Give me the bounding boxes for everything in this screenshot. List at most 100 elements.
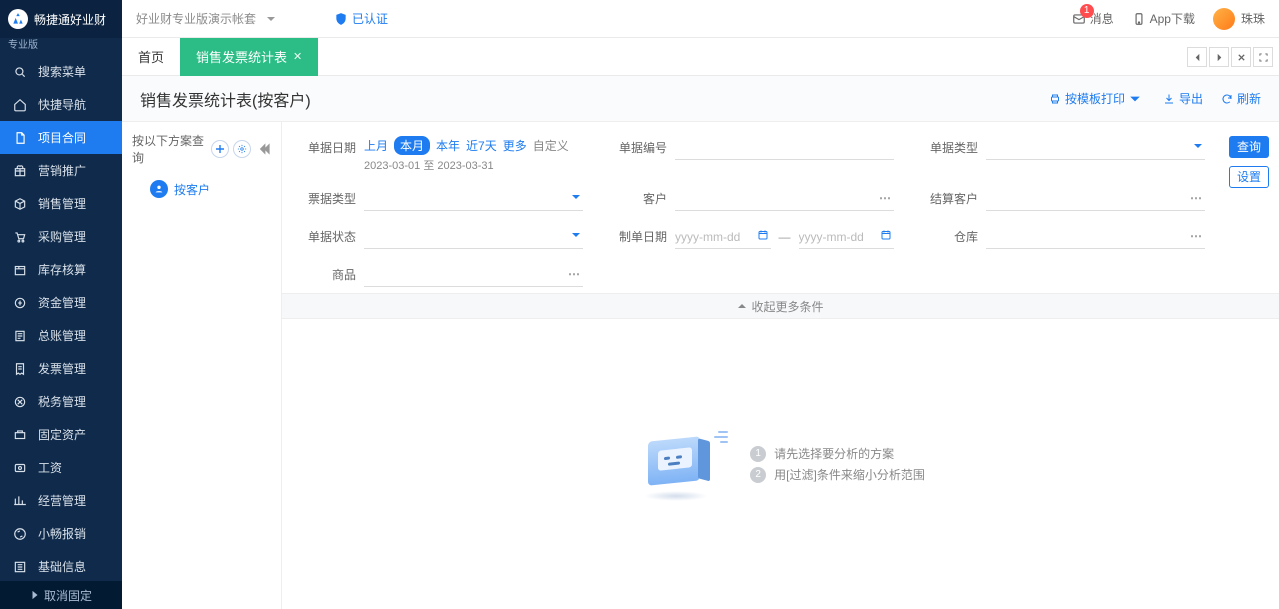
label-warehouse: 仓库 [922,225,978,245]
chevron-down-icon [266,14,276,24]
sidebar-item-label: 资金管理 [38,294,86,311]
print-icon [1049,93,1061,105]
chevron-up-icon [737,301,747,311]
sidebar-item-2[interactable]: 项目合同 [0,121,122,154]
lookup-settle-customer[interactable]: ⋯ [986,187,1205,211]
export-button[interactable]: 导出 [1163,90,1203,107]
messages-button[interactable]: 消息 1 [1072,10,1114,27]
sidebar-item-label: 快捷导航 [38,96,86,113]
add-scheme-button[interactable] [211,140,229,158]
sidebar-item-label: 固定资产 [38,426,86,443]
sidebar-item-10[interactable]: 税务管理 [0,385,122,418]
print-template-button[interactable]: 按模板打印 [1049,90,1145,107]
scheme-head: 按以下方案查询 [132,132,271,166]
sidebar-item-label: 采购管理 [38,228,86,245]
step-num-1: 1 [750,446,766,462]
sidebar-item-6[interactable]: 库存核算 [0,253,122,286]
sidebar-item-label: 项目合同 [38,129,86,146]
main-column: 好业财专业版演示帐套 已认证 消息 1 App下载 珠珠 [122,0,1279,609]
field-doc-date: 单据日期 上月 本月 本年 近7天 更多 自定义 20 [300,136,583,173]
sidebar-item-5[interactable]: 采购管理 [0,220,122,253]
sidebar-item-label: 税务管理 [38,393,86,410]
collapse-more-button[interactable]: 收起更多条件 [282,293,1279,319]
empty-steps: 1请先选择要分析的方案 2用[过滤]条件来缩小分析范围 [750,441,925,487]
scheme-item-label: 按客户 [174,181,210,198]
sidebar-item-label: 销售管理 [38,195,86,212]
pill-this-year[interactable]: 本年 [436,137,460,154]
empty-state: 1请先选择要分析的方案 2用[过滤]条件来缩小分析范围 [282,319,1279,609]
sidebar-item-14[interactable]: 小畅报销 [0,517,122,550]
sidebar-item-1[interactable]: 快捷导航 [0,88,122,121]
gift-icon [12,163,28,179]
sidebar-item-7[interactable]: 资金管理 [0,286,122,319]
mobile-icon [1132,12,1146,26]
date-from[interactable] [675,225,771,249]
scheme-item-by-customer[interactable]: 按客户 [132,180,271,198]
sidebar-item-8[interactable]: 总账管理 [0,319,122,352]
tab-label: 销售发票统计表 [196,47,287,66]
verified-badge: 已认证 [334,10,388,27]
brand-area: 畅捷通好业财 [0,0,122,38]
select-doc-type[interactable] [986,136,1205,160]
tabs-close-all-button[interactable] [1231,47,1251,67]
sidebar-item-9[interactable]: 发票管理 [0,352,122,385]
sidebar-item-15[interactable]: 基础信息 [0,550,122,581]
pill-more[interactable]: 更多 [503,137,527,154]
tax-icon [12,394,28,410]
sidebar-item-13[interactable]: 经营管理 [0,484,122,517]
tab-sales-invoice-report[interactable]: 销售发票统计表 ✕ [180,38,318,76]
field-product: 商品 ⋯ [300,263,583,287]
cancel-pin-button[interactable]: 取消固定 [0,581,122,609]
sidebar-item-0[interactable]: 搜索菜单 [0,55,122,88]
page-title: 销售发票统计表(按客户) [140,87,311,111]
pill-this-month[interactable]: 本月 [394,136,430,155]
app-download-button[interactable]: App下载 [1132,10,1195,27]
sidebar-item-label: 总账管理 [38,327,86,344]
query-button[interactable]: 查询 [1229,136,1269,158]
sidebar-item-12[interactable]: 工资 [0,451,122,484]
fullscreen-button[interactable] [1253,47,1273,67]
pill-last-month[interactable]: 上月 [364,137,388,154]
more-icon[interactable]: ⋯ [568,267,581,281]
sidebar-item-3[interactable]: 营销推广 [0,154,122,187]
select-status[interactable] [364,225,583,249]
home-icon [12,97,28,113]
input-doc-no[interactable] [675,136,894,160]
pill-custom[interactable]: 自定义 [533,137,569,154]
sidebar-item-label: 搜索菜单 [38,63,86,80]
tabs-prev-button[interactable] [1187,47,1207,67]
label-status: 单据状态 [300,225,356,245]
settings-button[interactable]: 设置 [1229,166,1269,188]
lookup-product[interactable]: ⋯ [364,263,583,287]
workspace-switcher[interactable]: 好业财专业版演示帐套 [136,10,306,27]
collapse-scheme-button[interactable] [257,140,271,158]
lookup-warehouse[interactable]: ⋯ [986,225,1205,249]
tabs-next-button[interactable] [1209,47,1229,67]
select-invoice-type[interactable] [364,187,583,211]
scheme-settings-button[interactable] [233,140,251,158]
field-invoice-type: 票据类型 [300,187,583,211]
more-icon[interactable]: ⋯ [1190,191,1203,205]
lookup-customer[interactable]: ⋯ [675,187,894,211]
more-icon[interactable]: ⋯ [1190,229,1203,243]
sidebar-item-11[interactable]: 固定资产 [0,418,122,451]
date-to[interactable] [799,225,895,249]
pill-last7[interactable]: 近7天 [466,137,497,154]
more-icon[interactable]: ⋯ [879,191,892,205]
tab-close-icon[interactable]: ✕ [293,50,302,63]
label-doc-type: 单据类型 [922,136,978,156]
refresh-icon [1221,93,1233,105]
refresh-button[interactable]: 刷新 [1221,90,1261,107]
label-customer: 客户 [611,187,667,207]
print-label: 按模板打印 [1065,90,1125,107]
tab-home[interactable]: 首页 [122,38,180,76]
app-download-label: App下载 [1150,10,1195,27]
invoice-icon [12,361,28,377]
user-menu[interactable]: 珠珠 [1213,8,1265,30]
filter-grid: 单据日期 上月 本月 本年 近7天 更多 自定义 20 [282,122,1223,293]
content-area: 按以下方案查询 按客户 单据日期 [122,122,1279,609]
messages-badge: 1 [1080,4,1094,18]
sidebar-item-4[interactable]: 销售管理 [0,187,122,220]
brand-sub: 专业版 [0,36,122,51]
chevron-down-icon [1193,140,1203,154]
